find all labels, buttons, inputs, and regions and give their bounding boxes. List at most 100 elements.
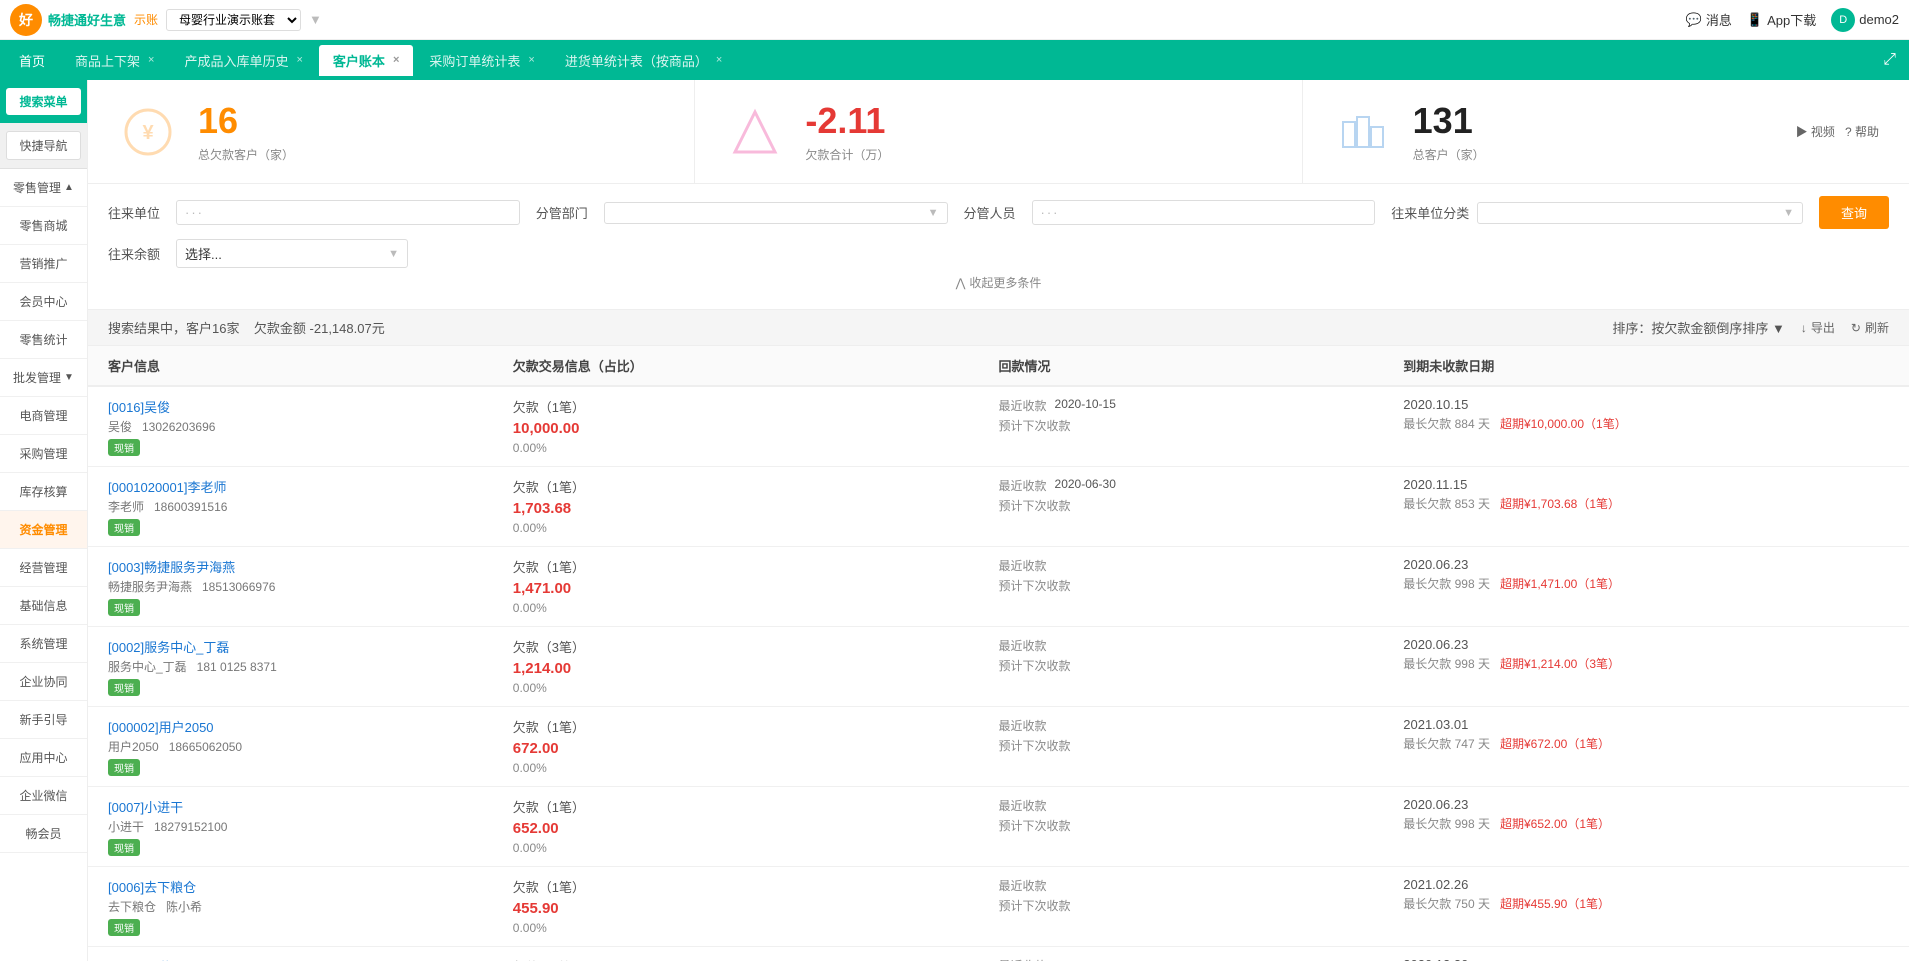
customer-badge-6: 现销 (108, 919, 140, 936)
sidebar-item-retail-mall[interactable]: 零售商城 (0, 207, 87, 245)
overdue-link-3[interactable]: 超期¥1,214.00（3笔） (1500, 657, 1620, 671)
tab-production-history[interactable]: 产成品入库单历史 × (170, 45, 316, 76)
overdue-link-2[interactable]: 超期¥1,471.00（1笔） (1500, 577, 1620, 591)
user-avatar[interactable]: D demo2 (1831, 8, 1899, 32)
overdue-info-0: 2020.10.15 最长欠款 884 天 超期¥10,000.00（1笔） (1403, 397, 1889, 432)
sidebar-item-retail-stats[interactable]: 零售统计 (0, 321, 87, 359)
person-select[interactable]: ··· (1032, 200, 1376, 225)
overdue-link-5[interactable]: 超期¥652.00（1笔） (1500, 817, 1610, 831)
tab-product-off-close[interactable]: × (148, 54, 154, 66)
tab-customer-account-label: 客户账本 (333, 51, 385, 70)
sidebar-item-newbie[interactable]: 新手引导 (0, 701, 87, 739)
source-unit-select[interactable]: ··· (176, 200, 520, 225)
unit-type-select[interactable]: ▼ (1477, 202, 1803, 224)
overdue-link-4[interactable]: 超期¥672.00（1笔） (1500, 737, 1610, 751)
overdue-link-1[interactable]: 超期¥1,703.68（1笔） (1500, 497, 1620, 511)
recovery-info-4: 最近收款 预计下次收款 (999, 717, 1404, 757)
sidebar: 搜索菜单 快捷导航 零售管理 ▲ 零售商城 营销推广 会员中心 零售统计 批 (0, 80, 88, 961)
tab-purchase-order[interactable]: 采购订单统计表 × (415, 45, 548, 76)
quick-nav-btn[interactable]: 快捷导航 (6, 131, 81, 160)
debt-amount-1[interactable]: 1,703.68 (513, 500, 999, 517)
customer-name-7[interactable]: [000001]黄思源 (108, 957, 513, 961)
table-header: 客户信息 欠款交易信息（占比） 回款情况 到期未收款日期 (88, 346, 1909, 387)
customer-name-0[interactable]: [0016]吴俊 (108, 397, 513, 416)
tab-customer-account[interactable]: 客户账本 × (319, 45, 413, 76)
dept-select[interactable]: ▼ (604, 202, 948, 224)
customer-name-3[interactable]: [0002]服务中心_丁磊 (108, 637, 513, 656)
overdue-link-0[interactable]: 超期¥10,000.00（1笔） (1500, 417, 1627, 431)
tab-product-off[interactable]: 商品上下架 × (61, 45, 168, 76)
sidebar-item-apps[interactable]: 应用中心 (0, 739, 87, 777)
view-video-btn[interactable]: ▶ 视频 (1796, 123, 1835, 140)
debt-amount-4[interactable]: 672.00 (513, 740, 999, 757)
debt-amount-3[interactable]: 1,214.00 (513, 660, 999, 677)
filter-row-1: 往来单位 ··· 分管部门 ▼ 分管人员 (108, 196, 1889, 229)
export-btn[interactable]: ↓ 导出 (1801, 319, 1835, 336)
customer-info-4: [000002]用户2050 用户2050 18665062050 现销 (108, 717, 513, 776)
sort-text: 排序：按欠款金额倒序排序 (1612, 321, 1768, 336)
sidebar-item-purchase[interactable]: 采购管理 (0, 435, 87, 473)
expand-arrow[interactable]: ▼ (309, 12, 322, 27)
sidebar-item-vip[interactable]: 畅会员 (0, 815, 87, 853)
msg-icon: 💬 (1686, 12, 1702, 28)
source-unit-dots: ··· (185, 205, 204, 220)
app-btn[interactable]: 📱 App下载 (1747, 10, 1816, 29)
filter-person: 分管人员 ··· (964, 200, 1376, 225)
debt-amount-5[interactable]: 652.00 (513, 820, 999, 837)
recovery-info-6: 最近收款 预计下次收款 (999, 877, 1404, 917)
customer-name-1[interactable]: [0001020001]李老师 (108, 477, 513, 496)
sidebar-item-retail-mgmt[interactable]: 零售管理 ▲ (0, 169, 87, 207)
tab-customer-account-close[interactable]: × (393, 54, 399, 66)
tab-stock-stats-close[interactable]: × (716, 54, 722, 66)
recovery-info-2: 最近收款 预计下次收款 (999, 557, 1404, 597)
nav-expand-btn[interactable]: ⤢ (1875, 51, 1904, 69)
company-select[interactable]: 母婴行业演示账套 (166, 9, 301, 31)
sidebar-item-batch-mgmt[interactable]: 批发管理 ▼ (0, 359, 87, 397)
debt-label-3: 欠款（3笔） (513, 637, 999, 656)
customer-sub-4: 用户2050 18665062050 (108, 738, 513, 755)
customer-name-5[interactable]: [0007]小进干 (108, 797, 513, 816)
tab-home[interactable]: 首页 (5, 45, 59, 76)
customer-name-6[interactable]: [0006]去下粮仓 (108, 877, 513, 896)
table-row: [000002]用户2050 用户2050 18665062050 现销 欠款（… (88, 707, 1909, 787)
customer-name-2[interactable]: [0003]畅捷服务尹海燕 (108, 557, 513, 576)
sidebar-label-stock-check: 库存核算 (19, 485, 67, 499)
sidebar-item-basic[interactable]: 基础信息 (0, 587, 87, 625)
sidebar-item-member[interactable]: 会员中心 (0, 283, 87, 321)
sidebar-item-ecom[interactable]: 电商管理 (0, 397, 87, 435)
recovery-info-1: 最近收款 2020-06-30 预计下次收款 (999, 477, 1404, 517)
sidebar-item-corp[interactable]: 企业协同 (0, 663, 87, 701)
search-button[interactable]: 查询 (1819, 196, 1889, 229)
debt-label-1: 欠款（1笔） (513, 477, 999, 496)
sidebar-item-marketing[interactable]: 营销推广 (0, 245, 87, 283)
overdue-detail-3: 最长欠款 998 天 超期¥1,214.00（3笔） (1403, 655, 1889, 672)
msg-btn[interactable]: 💬 消息 (1686, 10, 1732, 29)
header-debt: 欠款交易信息（占比） (513, 356, 999, 375)
dept-chevron-icon: ▼ (928, 207, 939, 219)
sidebar-item-sys[interactable]: 系统管理 (0, 625, 87, 663)
tab-production-history-close[interactable]: × (296, 54, 302, 66)
recovery-last-6: 最近收款 (999, 877, 1404, 894)
sidebar-label-newbie: 新手引导 (19, 713, 67, 727)
sidebar-label-vip: 畅会员 (25, 827, 61, 841)
debt-amount-6[interactable]: 455.90 (513, 900, 999, 917)
refresh-btn[interactable]: ↻ 刷新 (1851, 319, 1889, 336)
search-menu-btn[interactable]: 搜索菜单 (6, 88, 81, 115)
overdue-info-4: 2021.03.01 最长欠款 747 天 超期¥672.00（1笔） (1403, 717, 1889, 752)
debt-amount-0[interactable]: 10,000.00 (513, 420, 999, 437)
sidebar-label-apps: 应用中心 (19, 751, 67, 765)
overdue-link-6[interactable]: 超期¥455.90（1笔） (1500, 897, 1610, 911)
sidebar-label-retail-mall: 零售商城 (19, 219, 67, 233)
sidebar-item-wechat[interactable]: 企业微信 (0, 777, 87, 815)
tab-stock-stats[interactable]: 进货单统计表（按商品） × (551, 45, 736, 76)
tab-purchase-order-close[interactable]: × (528, 54, 534, 66)
debt-amount-2[interactable]: 1,471.00 (513, 580, 999, 597)
customer-name-4[interactable]: [000002]用户2050 (108, 717, 513, 736)
help-btn[interactable]: ? 帮助 (1845, 123, 1879, 140)
collapse-btn[interactable]: ⋀ 收起更多条件 (108, 268, 1889, 297)
debt-info-7: 欠款（1笔） 429.00 0.00% (513, 957, 999, 961)
sidebar-item-ops[interactable]: 经营管理 (0, 549, 87, 587)
sidebar-item-capital[interactable]: 资金管理 (0, 511, 87, 549)
balance-select[interactable]: 选择... ▼ (176, 239, 408, 268)
sidebar-item-stock-check[interactable]: 库存核算 (0, 473, 87, 511)
